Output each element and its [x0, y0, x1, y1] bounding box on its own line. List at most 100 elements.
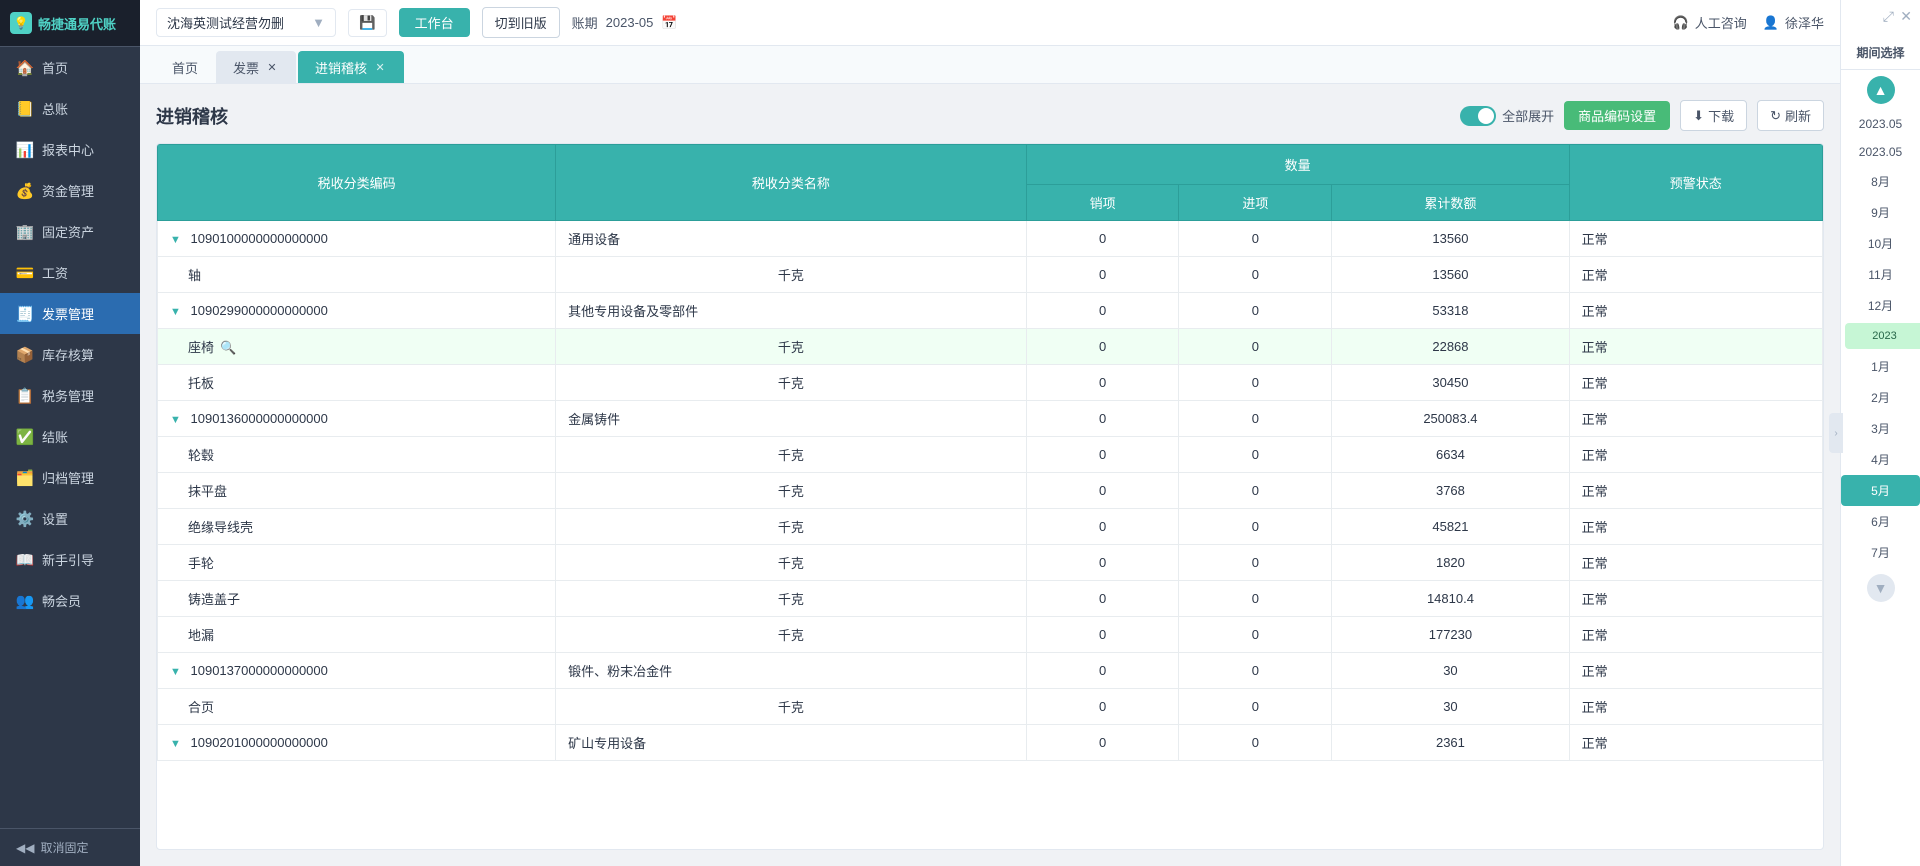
table-row-purchase: 0: [1179, 437, 1332, 473]
table-row-purchase: 0: [1179, 581, 1332, 617]
period-item[interactable]: 3月: [1841, 413, 1920, 444]
table-row-code: ▼ 1090100000000000000: [158, 221, 556, 257]
panel-toggle-icon[interactable]: ›: [1829, 413, 1843, 453]
save-button[interactable]: 💾: [348, 9, 387, 37]
panel-expand-icon[interactable]: ⤢: [1883, 8, 1894, 25]
main-area: 沈海英测试经营勿删 ▼ 💾 工作台 切到旧版 账期 2023-05 📅 🎧 人工…: [140, 0, 1840, 866]
table-row-name: 金属铸件: [556, 401, 1027, 437]
scroll-down-button[interactable]: ▼: [1867, 574, 1895, 602]
scroll-up-button[interactable]: ▲: [1867, 76, 1895, 104]
table-row-total: 2361: [1332, 725, 1569, 761]
table-row-purchase: 0: [1179, 725, 1332, 761]
period-item[interactable]: 2月: [1841, 382, 1920, 413]
download-button[interactable]: ⬇ 下载: [1680, 100, 1747, 131]
table-row-purchase: 0: [1179, 689, 1332, 725]
refresh-button[interactable]: ↻ 刷新: [1757, 100, 1824, 131]
sidebar-item-archive[interactable]: 🗂️ 归档管理: [0, 457, 140, 498]
unpin-button[interactable]: ◀◀ 取消固定: [0, 828, 140, 866]
workbench-button[interactable]: 工作台: [399, 8, 470, 37]
period-item[interactable]: 2023.05: [1841, 110, 1920, 138]
table-row-total: 30450: [1332, 365, 1569, 401]
period-item[interactable]: 2023: [1845, 323, 1920, 349]
period-item[interactable]: 12月: [1841, 290, 1920, 321]
reconcile-table: 税收分类编码 税收分类名称 数量 预警状态 销项 进项 累计数额 ▼ 1090: [157, 144, 1823, 761]
sidebar-item-settle[interactable]: ✅ 结账: [0, 416, 140, 457]
period-item[interactable]: 11月: [1841, 259, 1920, 290]
expand-icon[interactable]: ▼: [170, 414, 181, 426]
period-item[interactable]: 9月: [1841, 197, 1920, 228]
sidebar-item-reports[interactable]: 📊 报表中心: [0, 129, 140, 170]
table-row-total: 14810.4: [1332, 581, 1569, 617]
table-row-total: 6634: [1332, 437, 1569, 473]
tab-reconcile[interactable]: 进销稽核 ✕: [298, 51, 404, 83]
period-item[interactable]: 6月: [1841, 506, 1920, 537]
user-profile[interactable]: 👤 徐泽华: [1763, 13, 1824, 32]
expand-all-toggle[interactable]: 全部展开: [1460, 106, 1554, 126]
calendar-icon[interactable]: 📅: [661, 15, 677, 31]
assets-icon: 🏢: [16, 223, 34, 241]
search-icon[interactable]: 🔍: [220, 340, 236, 355]
period-item[interactable]: 7月: [1841, 537, 1920, 568]
expand-toggle[interactable]: [1460, 106, 1496, 126]
sidebar-item-label: 新手引导: [42, 550, 94, 569]
sidebar-item-label: 结账: [42, 427, 68, 446]
sidebar-item-label: 归档管理: [42, 468, 94, 487]
invoice-icon: 🧾: [16, 305, 34, 323]
tab-invoice[interactable]: 发票 ✕: [216, 51, 296, 83]
table-row-status: 正常: [1569, 581, 1822, 617]
sidebar-item-funds[interactable]: 💰 资金管理: [0, 170, 140, 211]
expand-icon[interactable]: ▼: [170, 666, 181, 678]
panel-close-icon[interactable]: ✕: [1900, 8, 1912, 25]
support-button[interactable]: 🎧 人工咨询: [1673, 13, 1747, 32]
table-row-name: 锻件、粉末冶金件: [556, 653, 1027, 689]
table-row-total: 1820: [1332, 545, 1569, 581]
table-row-unit: 千克: [556, 437, 1027, 473]
sidebar-item-settings[interactable]: ⚙️ 设置: [0, 498, 140, 539]
ledger-icon: 📒: [16, 100, 34, 118]
period-panel-title: 期间选择: [1841, 36, 1920, 70]
sidebar-item-assets[interactable]: 🏢 固定资产: [0, 211, 140, 252]
table-row-unit: 千克: [556, 617, 1027, 653]
sidebar-item-salary[interactable]: 💳 工资: [0, 252, 140, 293]
sidebar-item-inventory[interactable]: 📦 库存核算: [0, 334, 140, 375]
table-row-sales: 0: [1026, 581, 1179, 617]
refresh-icon: ↻: [1770, 108, 1781, 124]
period-item[interactable]: 4月: [1841, 444, 1920, 475]
sidebar-item-label: 报表中心: [42, 140, 94, 159]
sidebar-item-label: 税务管理: [42, 386, 94, 405]
table-row-total: 30: [1332, 653, 1569, 689]
period-item[interactable]: 1月: [1841, 351, 1920, 382]
period-item[interactable]: 2023.05: [1841, 138, 1920, 166]
table-row-unit: 千克: [556, 257, 1027, 293]
table-row-status: 正常: [1569, 473, 1822, 509]
expand-icon[interactable]: ▼: [170, 306, 181, 318]
table-row-sales: 0: [1026, 617, 1179, 653]
sidebar-item-label: 库存核算: [42, 345, 94, 364]
period-item[interactable]: 8月: [1841, 166, 1920, 197]
logo-icon: 💡: [10, 12, 32, 34]
period-label: 账期 2023-05 📅: [572, 13, 678, 32]
period-item[interactable]: 10月: [1841, 228, 1920, 259]
tab-home[interactable]: 首页: [156, 52, 214, 83]
expand-icon[interactable]: ▼: [170, 738, 181, 750]
company-selector[interactable]: 沈海英测试经营勿删 ▼: [156, 8, 336, 37]
table-row-purchase: 0: [1179, 293, 1332, 329]
table-row-total: 13560: [1332, 221, 1569, 257]
unpin-icon: ◀◀: [16, 841, 34, 855]
period-item[interactable]: 5月: [1841, 475, 1920, 506]
table-row-name: 地漏: [158, 617, 556, 653]
sidebar-item-home[interactable]: 🏠 首页: [0, 47, 140, 88]
product-code-button[interactable]: 商品编码设置: [1564, 101, 1670, 130]
download-label: 下载: [1708, 106, 1734, 125]
sidebar-item-guide[interactable]: 📖 新手引导: [0, 539, 140, 580]
tax-icon: 📋: [16, 387, 34, 405]
tab-reconcile-close-icon[interactable]: ✕: [373, 61, 387, 75]
sidebar-item-ledger[interactable]: 📒 总账: [0, 88, 140, 129]
sidebar-item-member[interactable]: 👥 畅会员: [0, 580, 140, 621]
expand-icon[interactable]: ▼: [170, 234, 181, 246]
sidebar-item-invoice[interactable]: 🧾 发票管理: [0, 293, 140, 334]
tab-invoice-close-icon[interactable]: ✕: [265, 61, 279, 75]
switch-version-button[interactable]: 切到旧版: [482, 7, 560, 38]
sidebar: 💡 畅捷通易代账 🏠 首页 📒 总账 📊 报表中心 💰 资金管理 🏢 固定资产 …: [0, 0, 140, 866]
sidebar-item-tax[interactable]: 📋 税务管理: [0, 375, 140, 416]
